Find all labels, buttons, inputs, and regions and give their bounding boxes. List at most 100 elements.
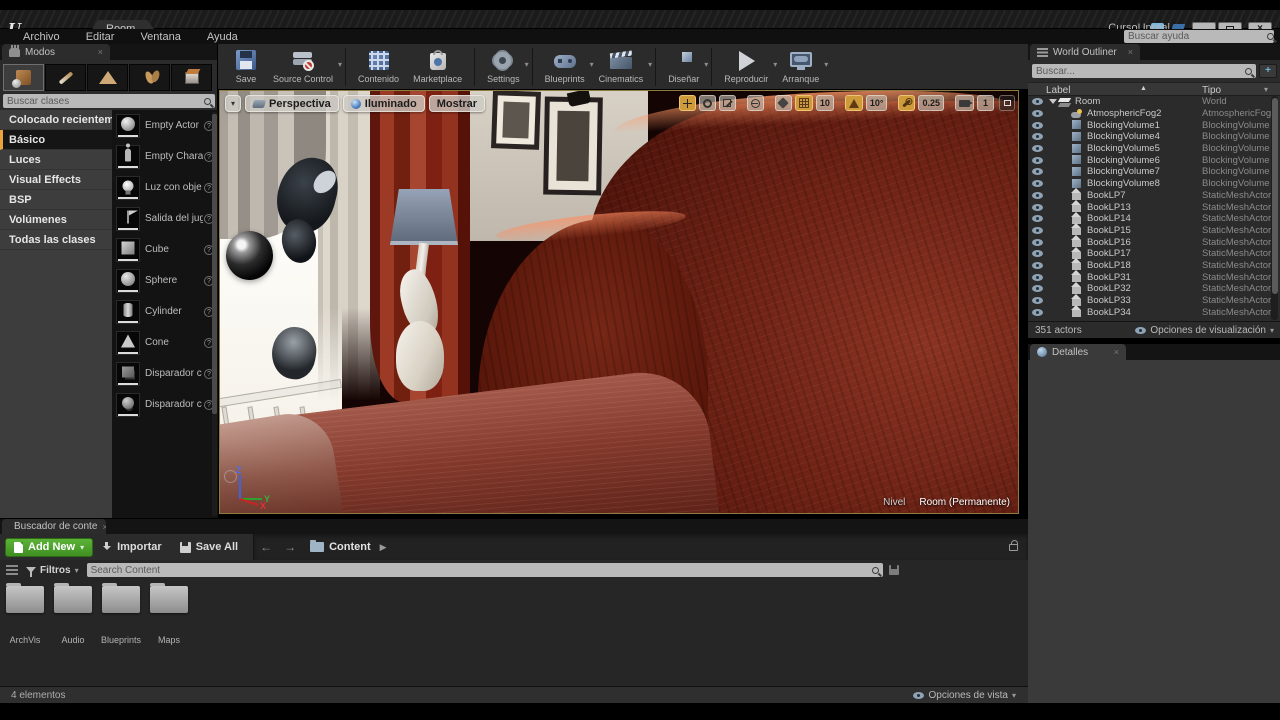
outliner-row[interactable]: BookLP13 StaticMeshActor <box>1028 200 1280 213</box>
scrollbar[interactable] <box>212 112 217 516</box>
forward-button[interactable]: → <box>278 540 302 554</box>
outliner-row[interactable]: BlockingVolume7 BlockingVolume <box>1028 166 1280 178</box>
placement-item[interactable]: Salida del jug ? <box>112 203 218 234</box>
visibility-eye-icon[interactable] <box>1032 121 1043 129</box>
outliner-row[interactable]: BookLP17 StaticMeshActor <box>1028 246 1280 260</box>
tab-content-browser[interactable]: Buscador de conte × <box>2 519 106 534</box>
perspective-button[interactable]: Perspectiva <box>245 95 339 112</box>
save-all-button[interactable]: Save All <box>171 538 247 557</box>
outliner-row[interactable]: BookLP18 StaticMeshActor <box>1028 258 1280 272</box>
visibility-eye-icon[interactable] <box>1032 308 1043 316</box>
class-search[interactable] <box>3 94 215 108</box>
outliner-row[interactable]: BookLP33 StaticMeshActor <box>1028 293 1280 307</box>
visibility-eye-icon[interactable] <box>1032 203 1043 211</box>
toolbar-button[interactable]: Settings ▾ <box>480 48 529 86</box>
toolbar-button[interactable]: Marketplace <box>406 48 469 86</box>
outliner-row[interactable]: BlockingVolume4 BlockingVolume <box>1028 131 1280 143</box>
grid-snap-button[interactable] <box>794 95 813 111</box>
close-icon[interactable]: × <box>98 47 103 57</box>
folder-tile[interactable]: Audio <box>54 583 92 687</box>
save-filter-icon[interactable] <box>888 565 899 575</box>
visibility-eye-icon[interactable] <box>1032 238 1043 246</box>
visibility-eye-icon[interactable] <box>1032 226 1043 234</box>
class-search-input[interactable] <box>7 95 204 107</box>
scale-snap-button[interactable] <box>898 95 916 111</box>
mode-button[interactable] <box>87 64 128 91</box>
rotation-snap-value[interactable]: 10° <box>865 95 888 111</box>
chevron-down-icon[interactable]: ▾ <box>704 60 708 69</box>
outliner-row[interactable]: BookLP31 StaticMeshActor <box>1028 270 1280 283</box>
visibility-eye-icon[interactable] <box>1032 110 1043 118</box>
rotation-snap-button[interactable] <box>844 95 863 111</box>
outliner-row[interactable]: BookLP16 StaticMeshActor <box>1028 235 1280 248</box>
visibility-eye-icon[interactable] <box>1032 285 1043 293</box>
placement-item[interactable]: Disparador c ? <box>112 358 218 389</box>
category-item[interactable]: Visual Effects <box>0 170 112 190</box>
scrollbar[interactable] <box>1271 96 1278 320</box>
chevron-down-icon[interactable]: ▾ <box>648 60 652 69</box>
folder-tile[interactable]: ArchVis <box>6 583 44 687</box>
sources-toggle-icon[interactable] <box>6 565 18 575</box>
chevron-down-icon[interactable]: ▾ <box>525 60 529 69</box>
viewport[interactable]: ▾ Perspectiva Iluminado Mostrar 10 10° 0… <box>219 90 1019 514</box>
help-search[interactable] <box>1124 30 1274 43</box>
column-type[interactable]: Tipo <box>1202 85 1221 96</box>
toolbar-button[interactable]: Contenido <box>351 48 406 86</box>
scale-tool-button[interactable] <box>718 95 736 111</box>
sort-asc-icon[interactable]: ▲ <box>1140 85 1147 92</box>
outliner-row[interactable]: Room World <box>1028 96 1280 108</box>
viewport-scene[interactable] <box>220 91 1018 513</box>
viewport-options-button[interactable]: ▾ <box>225 95 241 112</box>
camera-speed-value[interactable]: 1 <box>977 95 994 111</box>
expander-icon[interactable] <box>1049 99 1057 105</box>
camera-speed-button[interactable] <box>955 95 974 111</box>
toolbar-button[interactable]: Blueprints ▾ <box>538 48 594 86</box>
close-icon[interactable]: × <box>102 522 106 532</box>
visibility-eye-icon[interactable] <box>1032 98 1043 106</box>
chevron-down-icon[interactable]: ▾ <box>824 60 828 69</box>
outliner-row[interactable]: BookLP7 StaticMeshActor <box>1028 188 1280 202</box>
outliner-row[interactable]: BookLP34 StaticMeshActor <box>1028 305 1280 318</box>
help-search-input[interactable] <box>1124 31 1267 42</box>
outliner-search[interactable] <box>1032 64 1256 78</box>
view-options-button[interactable]: Opciones de vista ▾ <box>913 690 1016 701</box>
category-item[interactable]: Colocado recientemente <box>0 110 112 130</box>
add-actor-button[interactable]: + <box>1259 64 1277 78</box>
chevron-down-icon[interactable]: ▾ <box>338 60 342 69</box>
folder-tile[interactable]: Maps <box>150 583 188 687</box>
toolbar-button[interactable]: Reproducir ▾ <box>717 48 777 86</box>
lit-mode-button[interactable]: Iluminado <box>342 95 425 112</box>
outliner-row[interactable]: BlockingVolume8 BlockingVolume <box>1028 178 1280 190</box>
lock-icon[interactable] <box>1009 539 1018 551</box>
grid-snap-value[interactable]: 10 <box>815 95 834 111</box>
placement-item[interactable]: Cube ? <box>112 234 218 265</box>
menu-item[interactable]: Archivo <box>10 31 73 43</box>
visibility-eye-icon[interactable] <box>1032 250 1043 258</box>
placement-item[interactable]: Cylinder ? <box>112 296 218 327</box>
world-local-toggle[interactable] <box>746 95 764 111</box>
toolbar-button[interactable]: Diseñar ▾ <box>661 48 708 86</box>
tab-modes[interactable]: Modos × <box>2 44 110 60</box>
menu-item[interactable]: Ventana <box>127 31 193 43</box>
placement-item[interactable]: Cone ? <box>112 327 218 358</box>
content-search[interactable] <box>86 563 883 577</box>
tab-world-outliner[interactable]: World Outliner × <box>1030 44 1140 60</box>
toolbar-button[interactable]: Source Control ▾ <box>266 48 342 86</box>
breadcrumb-arrow-icon[interactable]: ▶ <box>380 542 387 553</box>
category-item[interactable]: BSP <box>0 190 112 210</box>
surface-snap-button[interactable] <box>774 95 792 111</box>
visibility-eye-icon[interactable] <box>1032 180 1043 188</box>
toolbar-button[interactable]: Cinematics ▾ <box>592 48 652 86</box>
visibility-eye-icon[interactable] <box>1032 156 1043 164</box>
show-button[interactable]: Mostrar <box>428 95 486 112</box>
titlebar[interactable]: U Room CursoUnreal × <box>0 10 1280 29</box>
outliner-row[interactable]: BlockingVolume5 BlockingVolume <box>1028 143 1280 155</box>
outliner-search-input[interactable] <box>1036 65 1245 77</box>
outliner-row[interactable]: BlockingVolume1 BlockingVolume <box>1028 119 1280 131</box>
mode-button[interactable] <box>129 64 170 91</box>
mode-button[interactable] <box>171 64 212 91</box>
filters-button[interactable]: Filtros ▾ <box>26 565 79 577</box>
back-button[interactable]: ← <box>254 540 278 554</box>
maximize-viewport-button[interactable] <box>999 95 1015 111</box>
placement-item[interactable]: Disparador c ? <box>112 389 218 420</box>
